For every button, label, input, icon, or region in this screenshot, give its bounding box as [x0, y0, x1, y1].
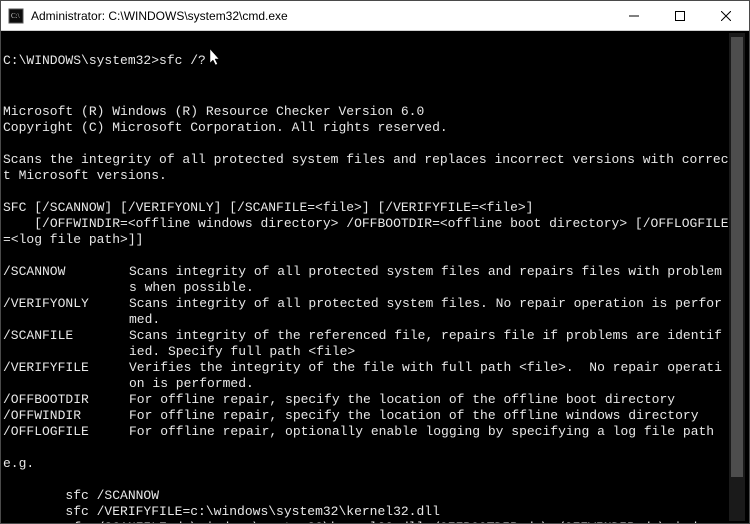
option-desc: Scans integrity of all protected system … [129, 264, 729, 296]
example-line: sfc /SCANNOW [3, 488, 729, 504]
examples-list: sfc /SCANNOW sfc /VERIFYFILE=c:\windows\… [3, 488, 729, 523]
option-key: /OFFBOOTDIR [3, 392, 129, 408]
option-row: /SCANFILEScans integrity of the referenc… [3, 328, 729, 360]
usage-line-2: [/OFFWINDIR=<offline windows directory> … [3, 216, 729, 247]
typed-command: sfc /? [159, 53, 206, 69]
maximize-button[interactable] [657, 1, 703, 30]
option-key: /SCANNOW [3, 264, 129, 296]
scrollbar[interactable] [729, 33, 745, 521]
usage-line-1: SFC [/SCANNOW] [/VERIFYONLY] [/SCANFILE=… [3, 200, 534, 215]
prompt: C:\WINDOWS\system32> [3, 53, 159, 69]
minimize-button[interactable] [611, 1, 657, 30]
console-text: C:\WINDOWS\system32>sfc /? Microsoft (R)… [3, 33, 729, 521]
option-key: /OFFWINDIR [3, 408, 129, 424]
window-controls [611, 1, 749, 30]
option-desc: Scans integrity of all protected system … [129, 296, 729, 328]
header-line-2: Copyright (C) Microsoft Corporation. All… [3, 120, 448, 135]
console-area[interactable]: C:\WINDOWS\system32>sfc /? Microsoft (R)… [1, 31, 749, 523]
header-line-1: Microsoft (R) Windows (R) Resource Check… [3, 104, 424, 119]
example-line: sfc /VERIFYFILE=c:\windows\system32\kern… [3, 504, 729, 520]
option-desc: For offline repair, optionally enable lo… [129, 424, 729, 440]
option-key: /OFFLOGFILE [3, 424, 129, 440]
option-row: /VERIFYONLYScans integrity of all protec… [3, 296, 729, 328]
option-desc: Scans integrity of the referenced file, … [129, 328, 729, 360]
option-desc: For offline repair, specify the location… [129, 408, 729, 424]
titlebar[interactable]: C:\ Administrator: C:\WINDOWS\system32\c… [1, 1, 749, 31]
option-desc: Verifies the integrity of the file with … [129, 360, 729, 392]
close-button[interactable] [703, 1, 749, 30]
description: Scans the integrity of all protected sys… [3, 152, 729, 183]
option-row: /VERIFYFILEVerifies the integrity of the… [3, 360, 729, 392]
mouse-cursor-icon [210, 49, 222, 72]
option-row: /SCANNOWScans integrity of all protected… [3, 264, 729, 296]
scrollbar-thumb[interactable] [731, 37, 743, 477]
option-key: /SCANFILE [3, 328, 129, 360]
example-label: e.g. [3, 456, 34, 471]
option-key: /VERIFYONLY [3, 296, 129, 328]
window-title: Administrator: C:\WINDOWS\system32\cmd.e… [31, 9, 611, 23]
option-row: /OFFWINDIRFor offline repair, specify th… [3, 408, 729, 424]
option-desc: For offline repair, specify the location… [129, 392, 729, 408]
option-row: /OFFLOGFILEFor offline repair, optionall… [3, 424, 729, 440]
option-key: /VERIFYFILE [3, 360, 129, 392]
cmd-window: C:\ Administrator: C:\WINDOWS\system32\c… [0, 0, 750, 524]
options-list: /SCANNOWScans integrity of all protected… [3, 264, 729, 440]
cmd-icon: C:\ [7, 7, 25, 25]
svg-text:C:\: C:\ [11, 12, 20, 20]
example-line: sfc /SCANFILE=d:\windows\system32\kernel… [3, 520, 729, 523]
option-row: /OFFBOOTDIRFor offline repair, specify t… [3, 392, 729, 408]
